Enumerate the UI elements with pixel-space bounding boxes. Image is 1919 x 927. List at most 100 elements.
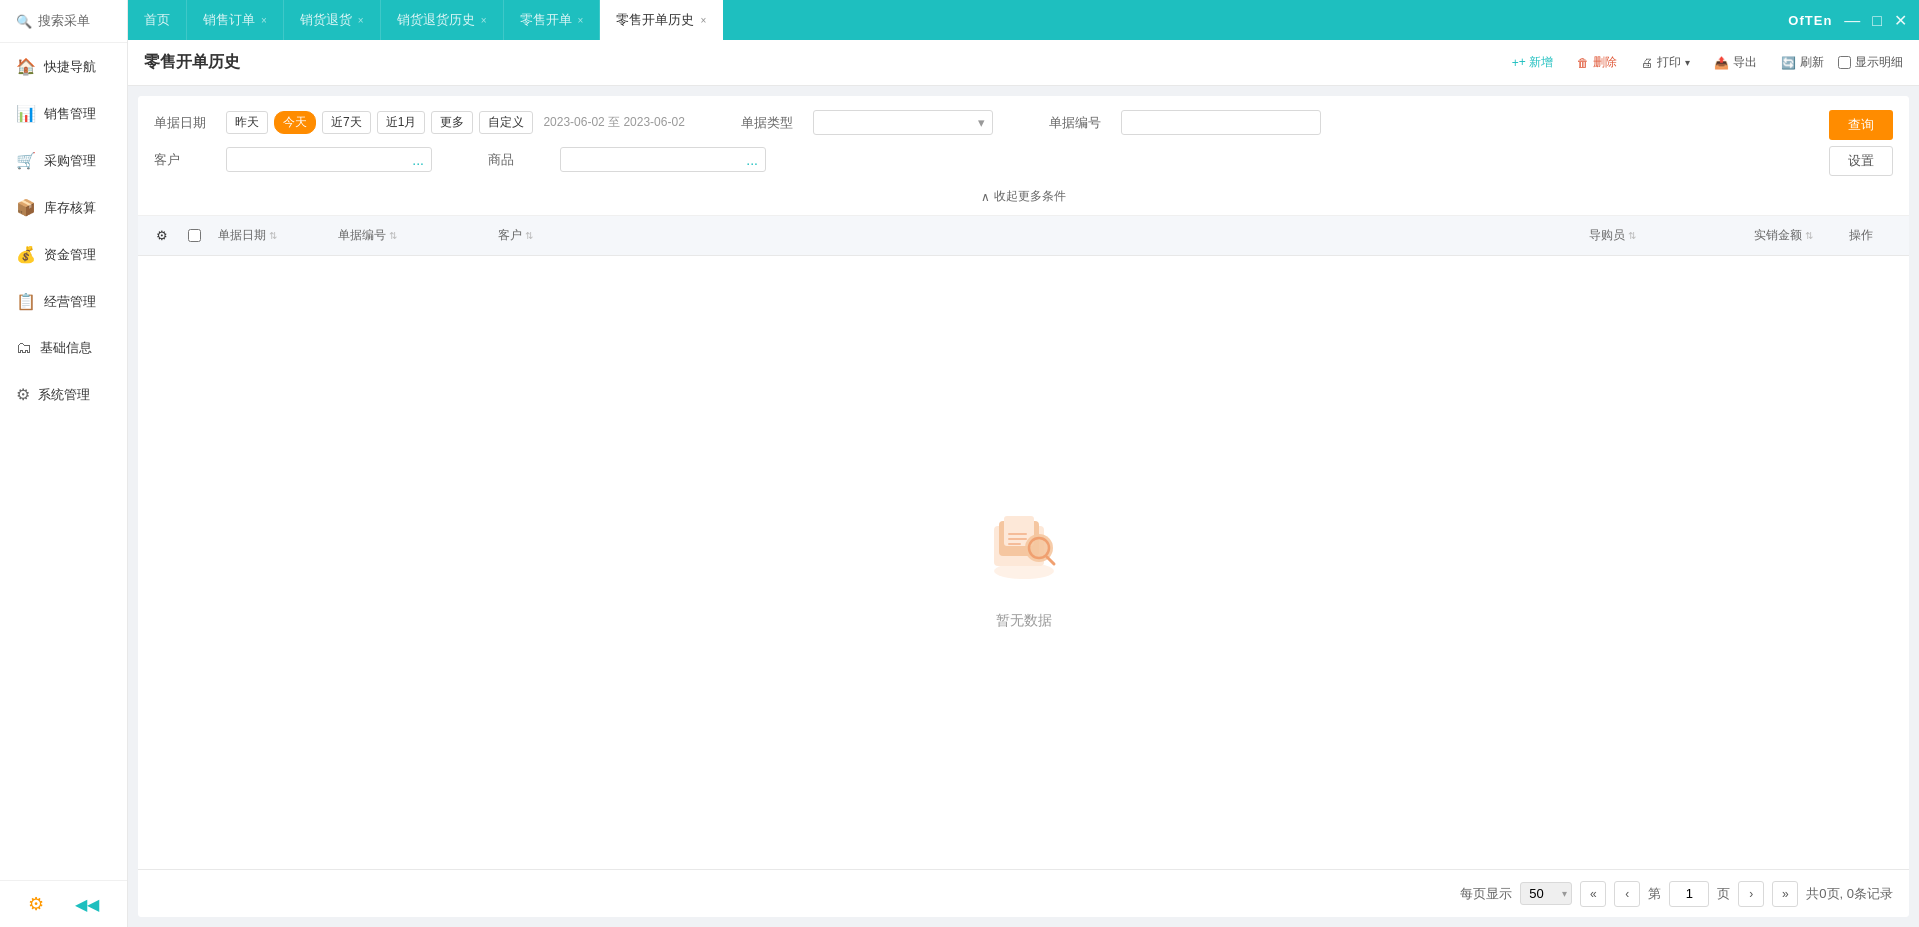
tab-sales-order-close[interactable]: × — [261, 15, 267, 26]
refresh-button[interactable]: 🔄 刷新 — [1771, 48, 1834, 77]
date-btn-1month[interactable]: 近1月 — [377, 111, 426, 134]
print-button[interactable]: 🖨 打印 ▾ — [1631, 48, 1700, 77]
chevron-up-icon: ∧ — [981, 190, 990, 204]
select-all-checkbox[interactable] — [188, 229, 201, 242]
trash-icon: 🗑 — [1577, 56, 1589, 70]
date-btn-yesterday[interactable]: 昨天 — [226, 111, 268, 134]
content-area: 单据日期 昨天 今天 近7天 近1月 更多 自定义 2023-06-02 至 2… — [138, 96, 1909, 917]
cart-icon: 🛒 — [16, 151, 36, 170]
date-btn-today[interactable]: 今天 — [274, 111, 316, 134]
tab-sales-order[interactable]: 销售订单 × — [187, 0, 284, 40]
display-detail-checkbox[interactable] — [1838, 56, 1851, 69]
sidebar-item-label: 库存核算 — [44, 199, 96, 217]
filter-settings-button[interactable]: 设置 — [1829, 146, 1893, 176]
table-settings-icon[interactable]: ⚙ — [146, 228, 178, 243]
add-button[interactable]: + + 新增 — [1502, 48, 1563, 77]
page-size-select[interactable]: 50 10 20 100 — [1520, 882, 1572, 905]
query-buttons: 查询 设置 — [1829, 110, 1893, 176]
th-ops-label: 操作 — [1849, 227, 1873, 244]
sidebar-item-operations[interactable]: 📋 经营管理 — [0, 278, 127, 325]
pagination: 每页显示 50 10 20 100 « ‹ 第 页 › » 共0页, 0条记录 — [138, 869, 1909, 917]
number-input[interactable] — [1121, 110, 1321, 135]
date-btn-custom[interactable]: 自定义 — [479, 111, 533, 134]
tab-sales-return[interactable]: 销货退货 × — [284, 0, 381, 40]
sidebar-item-finance[interactable]: 💰 资金管理 — [0, 231, 127, 278]
type-select[interactable] — [813, 110, 993, 135]
settings-bottom-icon[interactable]: ⚙ — [28, 893, 44, 915]
date-btn-more[interactable]: 更多 — [431, 111, 473, 134]
th-date[interactable]: 单据日期 ⇅ — [210, 227, 330, 244]
sidebar-item-label: 资金管理 — [44, 246, 96, 264]
sidebar-item-purchase-mgmt[interactable]: 🛒 采购管理 — [0, 137, 127, 184]
date-shortcuts: 昨天 今天 近7天 近1月 更多 自定义 2023-06-02 至 2023-0… — [226, 111, 685, 134]
svg-line-6 — [1047, 557, 1054, 564]
tab-retail-open-history[interactable]: 零售开单历史 × — [600, 0, 723, 40]
tab-retail-open-close[interactable]: × — [578, 15, 584, 26]
display-detail-toggle[interactable]: 显示明细 — [1838, 54, 1903, 71]
product-input[interactable] — [560, 147, 766, 172]
page-number-input[interactable] — [1669, 881, 1709, 907]
sidebar-search[interactable]: 🔍 搜索采单 — [0, 0, 127, 43]
sidebar-item-quick-nav[interactable]: 🏠 快捷导航 — [0, 43, 127, 90]
client-select-icon[interactable]: ... — [412, 152, 424, 168]
number-label: 单据编号 — [1049, 114, 1105, 132]
query-button[interactable]: 查询 — [1829, 110, 1893, 140]
folder-icon: 🗂 — [16, 339, 32, 357]
sidebar-item-label: 基础信息 — [40, 339, 92, 357]
sidebar-search-label: 搜索采单 — [38, 12, 90, 30]
chart-icon: 📊 — [16, 104, 36, 123]
window-min-btn[interactable]: — — [1844, 11, 1860, 29]
window-max-btn[interactable]: □ — [1872, 11, 1882, 29]
sidebar-item-label: 快捷导航 — [44, 58, 96, 76]
tab-sales-return-history-close[interactable]: × — [481, 15, 487, 26]
sidebar-item-base-info[interactable]: 🗂 基础信息 — [0, 325, 127, 371]
table-header: ⚙ 单据日期 ⇅ 单据编号 ⇅ 客户 ⇅ 导购员 — [138, 216, 1909, 256]
window-close-btn[interactable]: ✕ — [1894, 11, 1907, 30]
th-number[interactable]: 单据编号 ⇅ — [330, 227, 490, 244]
filter-area: 单据日期 昨天 今天 近7天 近1月 更多 自定义 2023-06-02 至 2… — [138, 96, 1909, 216]
operations-icon: 📋 — [16, 292, 36, 311]
tab-sales-return-close[interactable]: × — [358, 15, 364, 26]
tab-home[interactable]: 首页 — [128, 0, 187, 40]
th-client[interactable]: 客户 ⇅ — [490, 227, 1581, 244]
tab-sales-return-history[interactable]: 销货退货历史 × — [381, 0, 504, 40]
display-detail-label: 显示明细 — [1855, 54, 1903, 71]
sidebar-item-sys-mgmt[interactable]: ⚙ 系统管理 — [0, 371, 127, 418]
empty-text: 暂无数据 — [996, 612, 1052, 630]
last-page-btn[interactable]: » — [1772, 881, 1798, 907]
tab-sales-order-label: 销售订单 — [203, 11, 255, 29]
tab-retail-open[interactable]: 零售开单 × — [504, 0, 601, 40]
toolbar: 零售开单历史 + + 新增 🗑 删除 🖨 打印 ▾ 📤 导出 🔄 刷新 — [128, 40, 1919, 86]
export-button[interactable]: 📤 导出 — [1704, 48, 1767, 77]
prev-page-btn[interactable]: ‹ — [1614, 881, 1640, 907]
th-guide[interactable]: 导购员 ⇅ — [1581, 227, 1701, 244]
date-range-text: 2023-06-02 至 2023-06-02 — [543, 114, 684, 131]
th-amount[interactable]: 实销金额 ⇅ — [1701, 227, 1821, 244]
table-select-all[interactable] — [178, 229, 210, 242]
sidebar-item-inventory[interactable]: 📦 库存核算 — [0, 184, 127, 231]
brand-label: OfTEn — [1788, 13, 1832, 28]
page-word: 第 — [1648, 885, 1661, 903]
th-amount-label: 实销金额 — [1754, 227, 1802, 244]
collapse-button[interactable]: ∧ 收起更多条件 — [154, 184, 1893, 215]
next-page-btn[interactable]: › — [1738, 881, 1764, 907]
tab-retail-open-history-close[interactable]: × — [700, 15, 706, 26]
date-btn-7days[interactable]: 近7天 — [322, 111, 371, 134]
th-number-label: 单据编号 — [338, 227, 386, 244]
delete-button[interactable]: 🗑 删除 — [1567, 48, 1627, 77]
product-select-icon[interactable]: ... — [746, 152, 758, 168]
page-size-select-wrap: 50 10 20 100 — [1520, 882, 1572, 905]
date-label: 单据日期 — [154, 114, 210, 132]
refresh-label: 刷新 — [1800, 54, 1824, 71]
product-label: 商品 — [488, 151, 544, 169]
page-label: 页 — [1717, 885, 1730, 903]
first-page-btn[interactable]: « — [1580, 881, 1606, 907]
sidebar-bottom: ⚙ ◀◀ — [0, 880, 127, 927]
delete-label: 删除 — [1593, 54, 1617, 71]
export-icon: 📤 — [1714, 56, 1729, 70]
collapse-icon[interactable]: ◀◀ — [75, 895, 99, 914]
sidebar-item-label: 系统管理 — [38, 386, 90, 404]
client-input[interactable] — [226, 147, 432, 172]
th-ops: 操作 — [1821, 227, 1901, 244]
sidebar-item-sales-mgmt[interactable]: 📊 销售管理 — [0, 90, 127, 137]
